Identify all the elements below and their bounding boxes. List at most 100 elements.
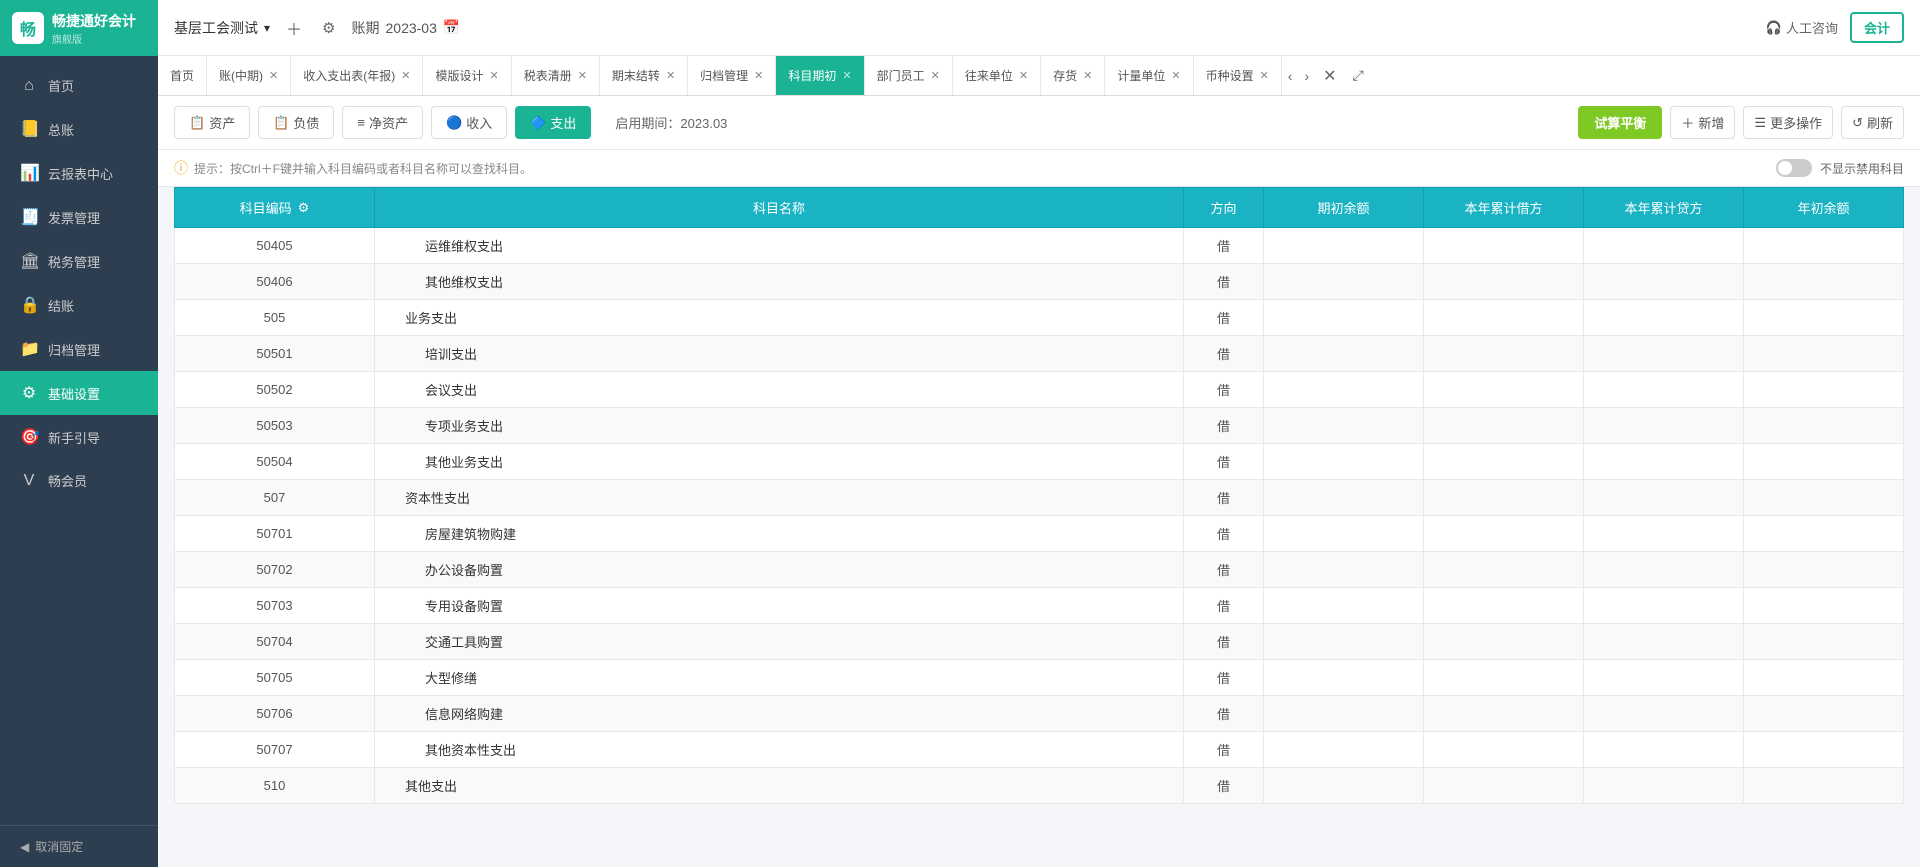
sidebar-item-guide[interactable]: 🎯新手引导 xyxy=(0,415,158,459)
tab-fullscreen-button[interactable]: ⤢ xyxy=(1345,56,1372,95)
cell-ytd-debit-12 xyxy=(1424,660,1584,696)
tab-tax-close[interactable]: ✕ xyxy=(578,69,587,82)
cell-initial-balance-5 xyxy=(1264,408,1424,444)
tab-income-annual[interactable]: 收入支出表(年报) ✕ xyxy=(291,56,423,95)
subtab-expense[interactable]: 🔷 支出 xyxy=(515,106,591,139)
refresh-button[interactable]: ↺ 刷新 xyxy=(1841,106,1904,139)
table-row[interactable]: 50704 交通工具购置 借 xyxy=(175,624,1904,660)
subject-table-wrapper[interactable]: 科目编码 ⚙ 科目名称 方向 期初余额 本年累计借方 本年累计贷方 年初余额 5 xyxy=(158,187,1920,867)
cell-initial-balance-9 xyxy=(1264,552,1424,588)
tab-template[interactable]: 模版设计 ✕ xyxy=(423,56,511,95)
tab-tax[interactable]: 税表清册 ✕ xyxy=(512,56,600,95)
tab-nav-prev[interactable]: ‹ xyxy=(1282,56,1299,95)
cell-ytd-credit-11 xyxy=(1584,624,1744,660)
table-row[interactable]: 50501 培训支出 借 xyxy=(175,336,1904,372)
cell-ytd-debit-6 xyxy=(1424,444,1584,480)
cell-ytd-debit-9 xyxy=(1424,552,1584,588)
table-row[interactable]: 505 业务支出 借 xyxy=(175,300,1904,336)
column-settings-icon[interactable]: ⚙ xyxy=(298,200,310,216)
tab-mid-period[interactable]: 账(中期) ✕ xyxy=(207,56,291,95)
tab-department[interactable]: 部门员工 ✕ xyxy=(865,56,953,95)
cell-dir-13: 借 xyxy=(1184,696,1264,732)
tab-currency[interactable]: 币种设置 ✕ xyxy=(1194,56,1282,95)
sidebar-item-label-guide: 新手引导 xyxy=(48,428,100,447)
tab-subject-initial[interactable]: 科目期初 ✕ xyxy=(776,56,864,95)
tab-counterparty-label: 往来单位 xyxy=(965,67,1013,84)
add-project-button[interactable]: ＋ xyxy=(282,12,306,44)
table-row[interactable]: 50707 其他资本性支出 借 xyxy=(175,732,1904,768)
tab-unit[interactable]: 计量单位 ✕ xyxy=(1105,56,1193,95)
tab-unit-close[interactable]: ✕ xyxy=(1171,69,1180,82)
tab-nav-next[interactable]: › xyxy=(1298,56,1315,95)
sidebar-item-label-report-center: 云报表中心 xyxy=(48,164,113,183)
table-row[interactable]: 50705 大型修缮 借 xyxy=(175,660,1904,696)
app-title: 畅捷通好会计 xyxy=(52,11,136,31)
tab-period-end[interactable]: 期末结转 ✕ xyxy=(600,56,688,95)
tab-department-close[interactable]: ✕ xyxy=(931,69,940,82)
tab-subject-initial-close[interactable]: ✕ xyxy=(842,69,851,82)
subtab-income[interactable]: 🔵 收入 xyxy=(431,106,507,139)
tab-inventory-close[interactable]: ✕ xyxy=(1083,69,1092,82)
add-button[interactable]: ＋ 新增 xyxy=(1670,106,1735,139)
tab-period-end-close[interactable]: ✕ xyxy=(666,69,675,82)
disable-toggle-label[interactable]: 不显示禁用科目 xyxy=(1776,159,1904,177)
table-row[interactable]: 50502 会议支出 借 xyxy=(175,372,1904,408)
sidebar-item-invoice[interactable]: 🧾发票管理 xyxy=(0,195,158,239)
list-icon: ☰ xyxy=(1754,115,1766,131)
subtab-asset[interactable]: 📋 资产 xyxy=(174,106,250,139)
table-row[interactable]: 50405 运维维权支出 借 xyxy=(175,228,1904,264)
cell-initial-balance-12 xyxy=(1264,660,1424,696)
sidebar-item-tax[interactable]: 🏛税务管理 xyxy=(0,239,158,283)
tab-counterparty[interactable]: 往来单位 ✕ xyxy=(953,56,1041,95)
tab-income-annual-close[interactable]: ✕ xyxy=(401,69,410,82)
sidebar-item-close[interactable]: 🔒结账 xyxy=(0,283,158,327)
cell-year-initial-4 xyxy=(1744,372,1904,408)
table-row[interactable]: 50503 专项业务支出 借 xyxy=(175,408,1904,444)
table-row[interactable]: 50504 其他业务支出 借 xyxy=(175,444,1904,480)
tab-archive-close[interactable]: ✕ xyxy=(754,69,763,82)
table-row[interactable]: 507 资本性支出 借 xyxy=(175,480,1904,516)
user-role-button[interactable]: 会计 xyxy=(1850,12,1904,43)
cell-name-2: 业务支出 xyxy=(375,300,1184,336)
cell-ytd-credit-7 xyxy=(1584,480,1744,516)
subtab-net-asset[interactable]: ≡ 净资产 xyxy=(342,106,423,139)
cell-dir-9: 借 xyxy=(1184,552,1264,588)
table-row[interactable]: 50701 房屋建筑物购建 借 xyxy=(175,516,1904,552)
hide-disabled-toggle[interactable] xyxy=(1776,159,1812,177)
subtab-liability[interactable]: 📋 负债 xyxy=(258,106,334,139)
liability-icon: 📋 xyxy=(273,115,289,131)
cell-code-0: 50405 xyxy=(175,228,375,264)
tab-currency-close[interactable]: ✕ xyxy=(1260,69,1269,82)
sidebar-item-general-ledger[interactable]: 📒总账 xyxy=(0,107,158,151)
cell-code-7: 507 xyxy=(175,480,375,516)
tab-close-all-button[interactable]: ✕ xyxy=(1315,56,1344,95)
cell-year-initial-1 xyxy=(1744,264,1904,300)
table-row[interactable]: 50406 其他维权支出 借 xyxy=(175,264,1904,300)
close-icon: 🔒 xyxy=(20,295,38,315)
settings-icon[interactable]: ⚙ xyxy=(318,15,339,41)
table-row[interactable]: 510 其他支出 借 xyxy=(175,768,1904,804)
more-operations-button[interactable]: ☰ 更多操作 xyxy=(1743,106,1833,139)
table-row[interactable]: 50706 信息网络购建 借 xyxy=(175,696,1904,732)
cell-initial-balance-0 xyxy=(1264,228,1424,264)
sidebar-item-archive[interactable]: 📁归档管理 xyxy=(0,327,158,371)
sidebar-item-member[interactable]: V畅会员 xyxy=(0,459,158,502)
sidebar-footer-cancel-pin[interactable]: ◀ 取消固定 xyxy=(0,825,158,867)
tab-mid-period-close[interactable]: ✕ xyxy=(269,69,278,82)
sidebar-item-basic-settings[interactable]: ⚙基础设置 xyxy=(0,371,158,415)
sidebar-item-home[interactable]: ⌂首页 xyxy=(0,64,158,107)
period-value: 2023-03 xyxy=(386,20,437,36)
table-row[interactable]: 50703 专用设备购置 借 xyxy=(175,588,1904,624)
calendar-icon[interactable]: 📅 xyxy=(443,19,460,36)
support-button[interactable]: 🎧 人工咨询 xyxy=(1766,18,1838,37)
table-row[interactable]: 50702 办公设备购置 借 xyxy=(175,552,1904,588)
tab-template-close[interactable]: ✕ xyxy=(489,69,498,82)
tab-bar: 首页 账(中期) ✕ 收入支出表(年报) ✕ 模版设计 ✕ 税表清册 ✕ 期末结… xyxy=(158,56,1920,96)
tab-archive[interactable]: 归档管理 ✕ xyxy=(688,56,776,95)
tab-inventory[interactable]: 存货 ✕ xyxy=(1041,56,1105,95)
project-selector[interactable]: 基层工会测试 ▾ xyxy=(174,18,270,38)
sidebar-item-report-center[interactable]: 📊云报表中心 xyxy=(0,151,158,195)
balance-button[interactable]: 试算平衡 xyxy=(1578,106,1662,139)
tab-counterparty-close[interactable]: ✕ xyxy=(1019,69,1028,82)
tab-home[interactable]: 首页 xyxy=(158,56,207,95)
